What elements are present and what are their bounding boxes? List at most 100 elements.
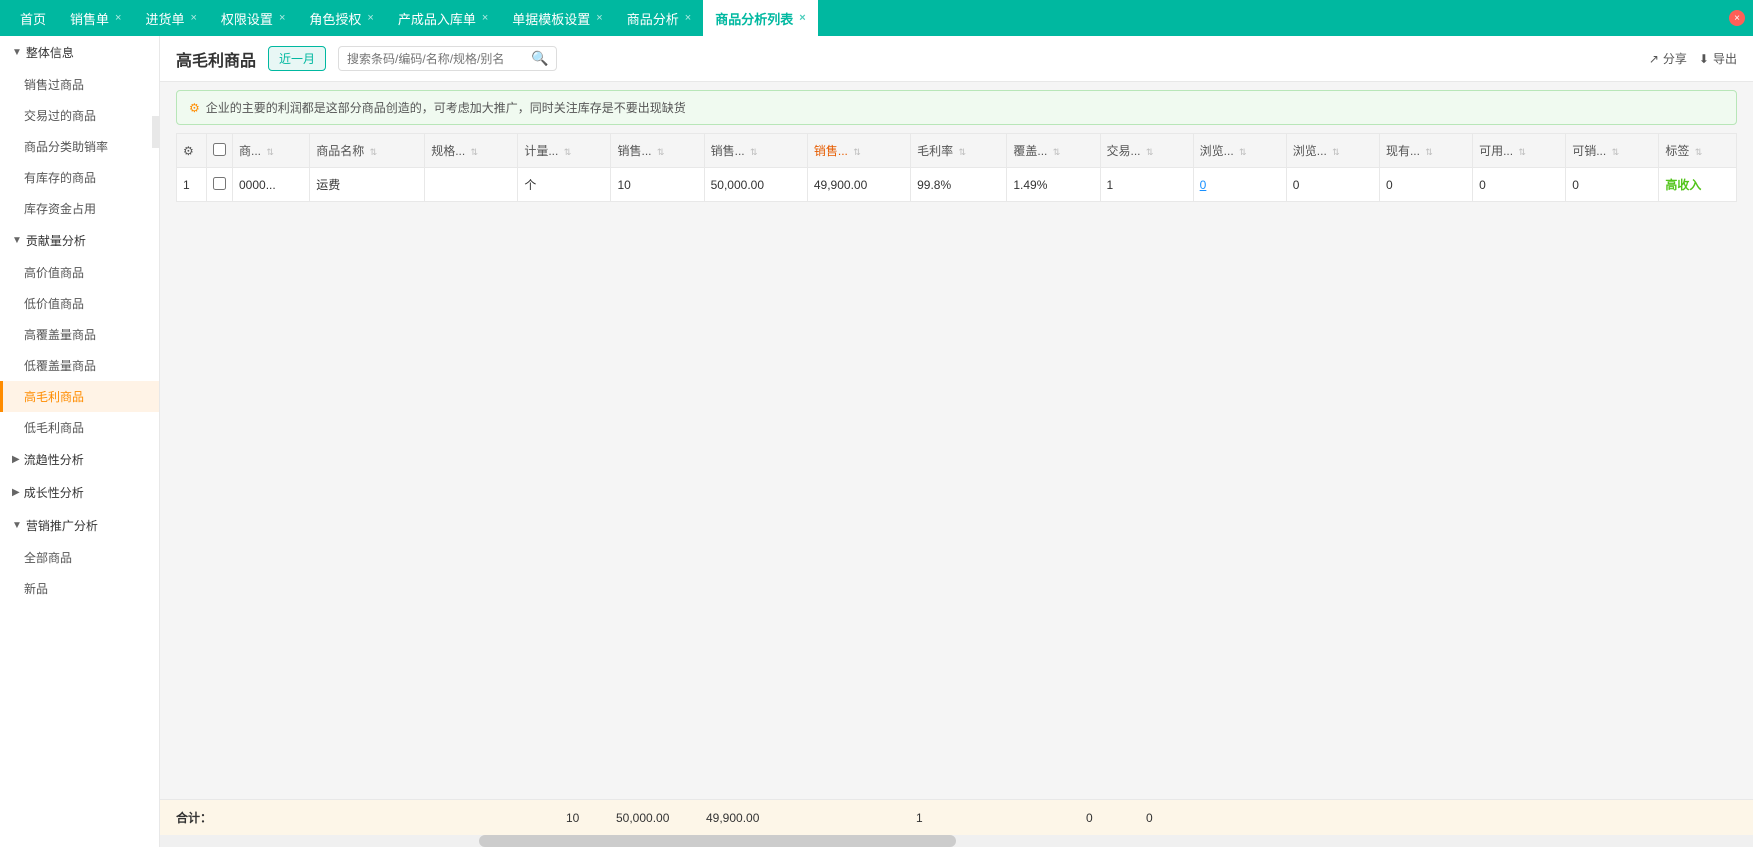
cell-spec xyxy=(425,168,518,202)
col-settings[interactable]: ⚙ xyxy=(177,134,207,168)
footer-label: 合计： xyxy=(176,809,236,826)
close-icon[interactable]: × xyxy=(799,12,805,24)
sidebar-item-low-coverage[interactable]: 低覆盖量商品 xyxy=(0,350,159,381)
cell-checkbox[interactable] xyxy=(207,168,233,202)
sidebar-item-new-goods[interactable]: 新品 xyxy=(0,573,159,604)
sidebar-collapse-button[interactable]: 《 xyxy=(152,116,160,148)
col-name[interactable]: 商品名称 ⇅ xyxy=(310,134,425,168)
nav-home[interactable]: 首页 xyxy=(8,0,58,36)
col-code[interactable]: 商... ⇅ xyxy=(233,134,310,168)
cell-current-stock: 0 xyxy=(1379,168,1472,202)
footer-spacer1 xyxy=(236,811,266,825)
footer-spacer4 xyxy=(350,811,450,825)
cell-browse1[interactable]: 0 xyxy=(1193,168,1286,202)
sidebar-item-in-stock[interactable]: 有库存的商品 xyxy=(0,162,159,193)
close-icon[interactable]: × xyxy=(279,12,285,24)
scrollbar-thumb[interactable] xyxy=(479,835,957,847)
col-browse2[interactable]: 浏览... ⇅ xyxy=(1286,134,1379,168)
nav-product-analysis[interactable]: 商品分析 × xyxy=(615,0,703,36)
sidebar-item-category-rate[interactable]: 商品分类助销率 xyxy=(0,131,159,162)
top-navigation: 首页 销售单 × 进货单 × 权限设置 × 角色授权 × 产成品入库单 × 单据… xyxy=(0,0,1753,36)
table-container: ⚙ 商... ⇅ 商品名称 ⇅ 规格... ⇅ 计量... ⇅ 销售... ⇅ … xyxy=(160,133,1753,799)
sidebar-item-stock-capital[interactable]: 库存资金占用 xyxy=(0,193,159,224)
footer-spacer8 xyxy=(850,811,910,825)
col-available-stock[interactable]: 可用... ⇅ xyxy=(1473,134,1566,168)
cell-tag: 高收入 xyxy=(1659,168,1737,202)
cell-saleable-stock: 0 xyxy=(1566,168,1659,202)
row-checkbox[interactable] xyxy=(213,177,226,190)
page-title: 高毛利商品 xyxy=(176,47,256,71)
close-icon[interactable]: × xyxy=(482,12,488,24)
col-browse1[interactable]: 浏览... ⇅ xyxy=(1193,134,1286,168)
arrow-right-icon: ▶ xyxy=(12,454,20,465)
sidebar-section-growth[interactable]: ▶ 成长性分析 xyxy=(0,476,159,509)
col-tag[interactable]: 标签 ⇅ xyxy=(1659,134,1737,168)
sidebar-section-trend[interactable]: ▶ 流趋性分析 xyxy=(0,443,159,476)
footer-cells: 10 50,000.00 49,900.00 1 0 0 xyxy=(236,811,1737,825)
nav-template[interactable]: 单据模板设置 × xyxy=(500,0,614,36)
export-icon: ⬇ xyxy=(1699,52,1709,66)
col-sales-amount[interactable]: 销售... ⇅ xyxy=(704,134,807,168)
share-button[interactable]: ↗ 分享 xyxy=(1649,50,1687,67)
sidebar-item-all-goods[interactable]: 全部商品 xyxy=(0,542,159,573)
cell-sales-count: 10 xyxy=(611,168,704,202)
cell-gross-margin: 99.8% xyxy=(911,168,1007,202)
footer-current-stock: 0 xyxy=(1080,811,1140,825)
footer-spacer2 xyxy=(266,811,290,825)
close-icon[interactable]: × xyxy=(367,12,373,24)
cell-coverage: 1.49% xyxy=(1007,168,1100,202)
sidebar-item-high-value[interactable]: 高价值商品 xyxy=(0,257,159,288)
cell-index: 1 xyxy=(177,168,207,202)
window-close-button[interactable]: × xyxy=(1729,10,1745,26)
sidebar-item-low-margin[interactable]: 低毛利商品 xyxy=(0,412,159,443)
close-icon[interactable]: × xyxy=(190,12,196,24)
cell-trade: 1 xyxy=(1100,168,1193,202)
sidebar-item-sales-goods[interactable]: 销售过商品 xyxy=(0,69,159,100)
col-coverage[interactable]: 覆盖... ⇅ xyxy=(1007,134,1100,168)
footer-sales-cost: 49,900.00 xyxy=(700,811,790,825)
cell-sales-cost: 49,900.00 xyxy=(807,168,910,202)
col-current-stock[interactable]: 现有... ⇅ xyxy=(1379,134,1472,168)
nav-product-in[interactable]: 产成品入库单 × xyxy=(386,0,500,36)
nav-role-auth[interactable]: 角色授权 × xyxy=(297,0,385,36)
close-icon[interactable]: × xyxy=(685,12,691,24)
sidebar-item-high-margin[interactable]: 高毛利商品 xyxy=(0,381,159,412)
horizontal-scrollbar[interactable] xyxy=(160,835,1753,847)
col-checkbox xyxy=(207,134,233,168)
nav-product-analysis-list[interactable]: 商品分析列表 × xyxy=(703,0,817,36)
sidebar-item-high-coverage[interactable]: 高覆盖量商品 xyxy=(0,319,159,350)
table-row: 1 0000... 运费 个 10 50,000.00 49,900.00 99… xyxy=(177,168,1737,202)
footer-spacer9 xyxy=(960,811,1020,825)
arrow-right-icon: ▶ xyxy=(12,487,20,498)
cell-sales-amount: 50,000.00 xyxy=(704,168,807,202)
arrow-down-icon: ▼ xyxy=(12,520,22,531)
content-area: 高毛利商品 近一月 🔍 ↗ 分享 ⬇ 导出 ⚙ 企业的主要的利润都是这部分商品创… xyxy=(160,36,1753,847)
search-input[interactable] xyxy=(347,52,527,66)
sidebar-item-low-value[interactable]: 低价值商品 xyxy=(0,288,159,319)
col-sales-cost[interactable]: 销售... ⇅ xyxy=(807,134,910,168)
select-all-checkbox[interactable] xyxy=(213,143,226,156)
export-button[interactable]: ⬇ 导出 xyxy=(1699,50,1737,67)
nav-permissions[interactable]: 权限设置 × xyxy=(209,0,297,36)
col-trade[interactable]: 交易... ⇅ xyxy=(1100,134,1193,168)
col-saleable-stock[interactable]: 可销... ⇅ xyxy=(1566,134,1659,168)
filter-period-button[interactable]: 近一月 xyxy=(268,46,326,71)
sidebar-section-marketing[interactable]: ▼ 营销推广分析 xyxy=(0,509,159,542)
col-gross-margin[interactable]: 毛利率 ⇅ xyxy=(911,134,1007,168)
cell-code: 0000... xyxy=(233,168,310,202)
close-icon[interactable]: × xyxy=(596,12,602,24)
nav-sales[interactable]: 销售单 × xyxy=(58,0,133,36)
footer-spacer3 xyxy=(290,811,350,825)
sidebar-section-contribution[interactable]: ▼ 贡献量分析 xyxy=(0,224,159,257)
sidebar-section-overall[interactable]: ▼ 整体信息 xyxy=(0,36,159,69)
search-icon[interactable]: 🔍 xyxy=(531,50,548,67)
nav-purchase[interactable]: 进货单 × xyxy=(133,0,208,36)
sidebar-item-traded-goods[interactable]: 交易过的商品 xyxy=(0,100,159,131)
cell-browse2: 0 xyxy=(1286,168,1379,202)
share-icon: ↗ xyxy=(1649,52,1659,66)
col-unit[interactable]: 计量... ⇅ xyxy=(518,134,611,168)
col-sales-count[interactable]: 销售... ⇅ xyxy=(611,134,704,168)
search-box: 🔍 xyxy=(338,46,557,71)
close-icon[interactable]: × xyxy=(115,12,121,24)
col-spec[interactable]: 规格... ⇅ xyxy=(425,134,518,168)
